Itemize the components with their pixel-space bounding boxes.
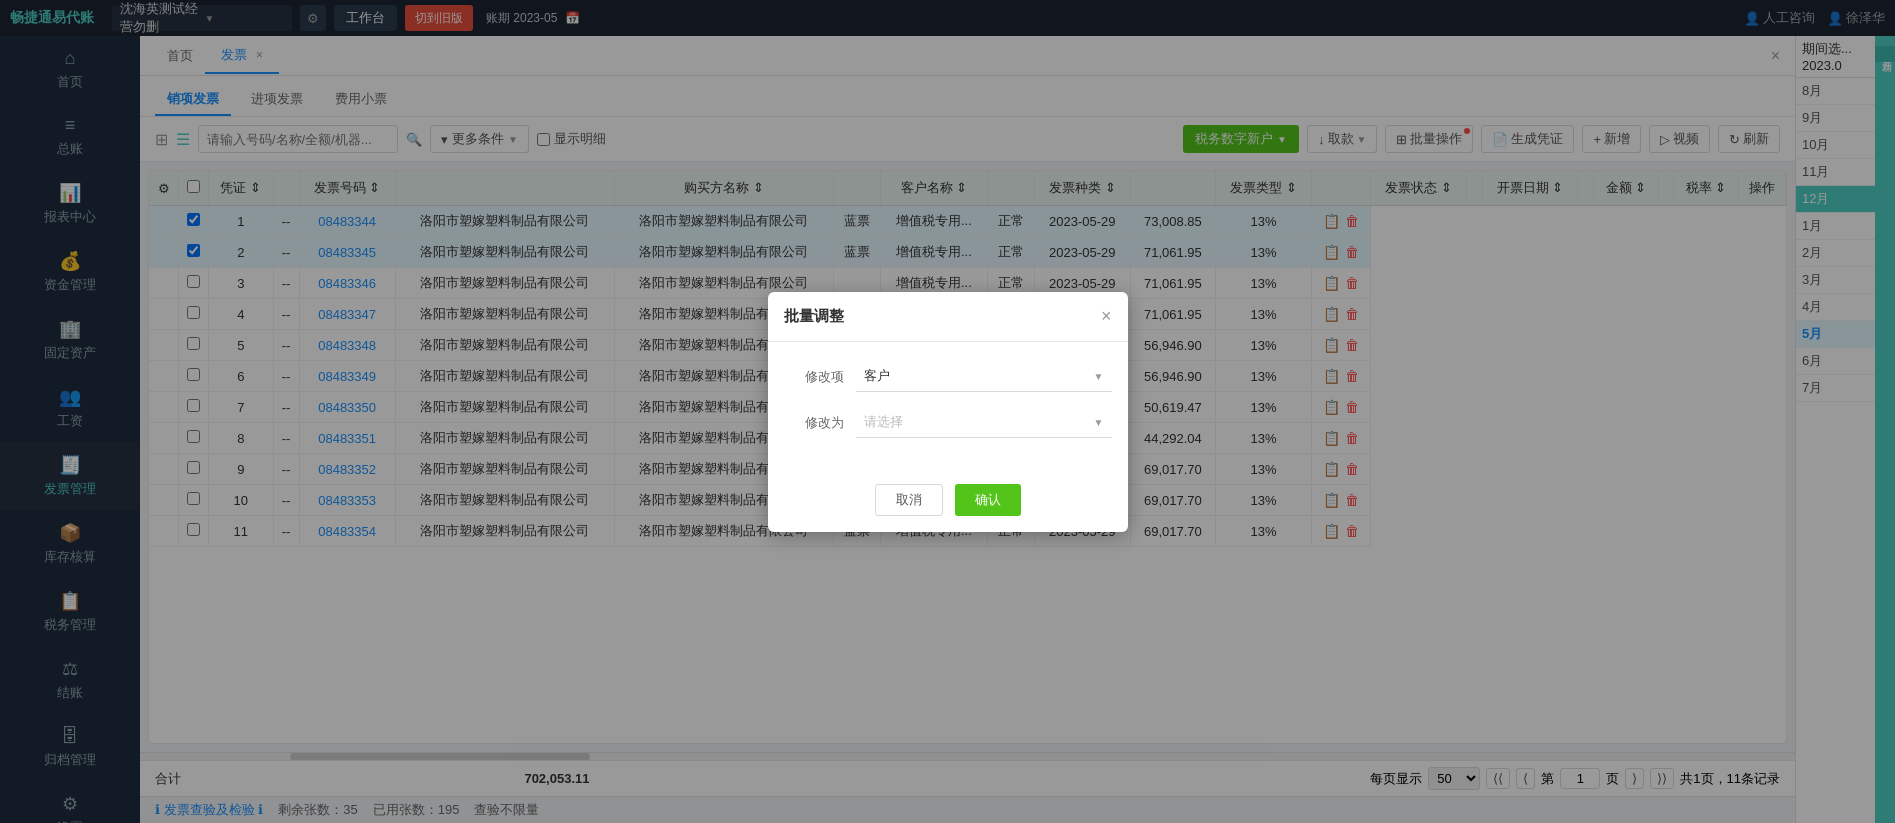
- modal-body: 修改项 客户 ▼ 修改为 请选择 ▼: [768, 342, 1128, 474]
- modify-field-row: 修改项 客户 ▼: [784, 362, 1112, 392]
- value-select-chevron-icon: ▼: [1094, 417, 1104, 428]
- batch-adjust-modal: 批量调整 × 修改项 客户 ▼ 修改为 请选择 ▼ 取消 确认: [768, 292, 1128, 532]
- modify-field-label: 修改项: [784, 368, 844, 386]
- confirm-button[interactable]: 确认: [955, 484, 1021, 516]
- modal-title: 批量调整: [784, 307, 844, 326]
- modal-header: 批量调整 ×: [768, 292, 1128, 342]
- modal-close-button[interactable]: ×: [1101, 306, 1112, 327]
- modify-field-select[interactable]: 客户 ▼: [856, 362, 1112, 392]
- field-select-chevron-icon: ▼: [1094, 371, 1104, 382]
- modal-footer: 取消 确认: [768, 474, 1128, 532]
- cancel-button[interactable]: 取消: [875, 484, 943, 516]
- modal-overlay[interactable]: 批量调整 × 修改项 客户 ▼ 修改为 请选择 ▼ 取消 确认: [0, 0, 1895, 823]
- modify-value-select[interactable]: 请选择 ▼: [856, 408, 1112, 438]
- modify-value-placeholder: 请选择: [864, 413, 903, 431]
- modify-value-label: 修改为: [784, 414, 844, 432]
- modify-value-row: 修改为 请选择 ▼: [784, 408, 1112, 438]
